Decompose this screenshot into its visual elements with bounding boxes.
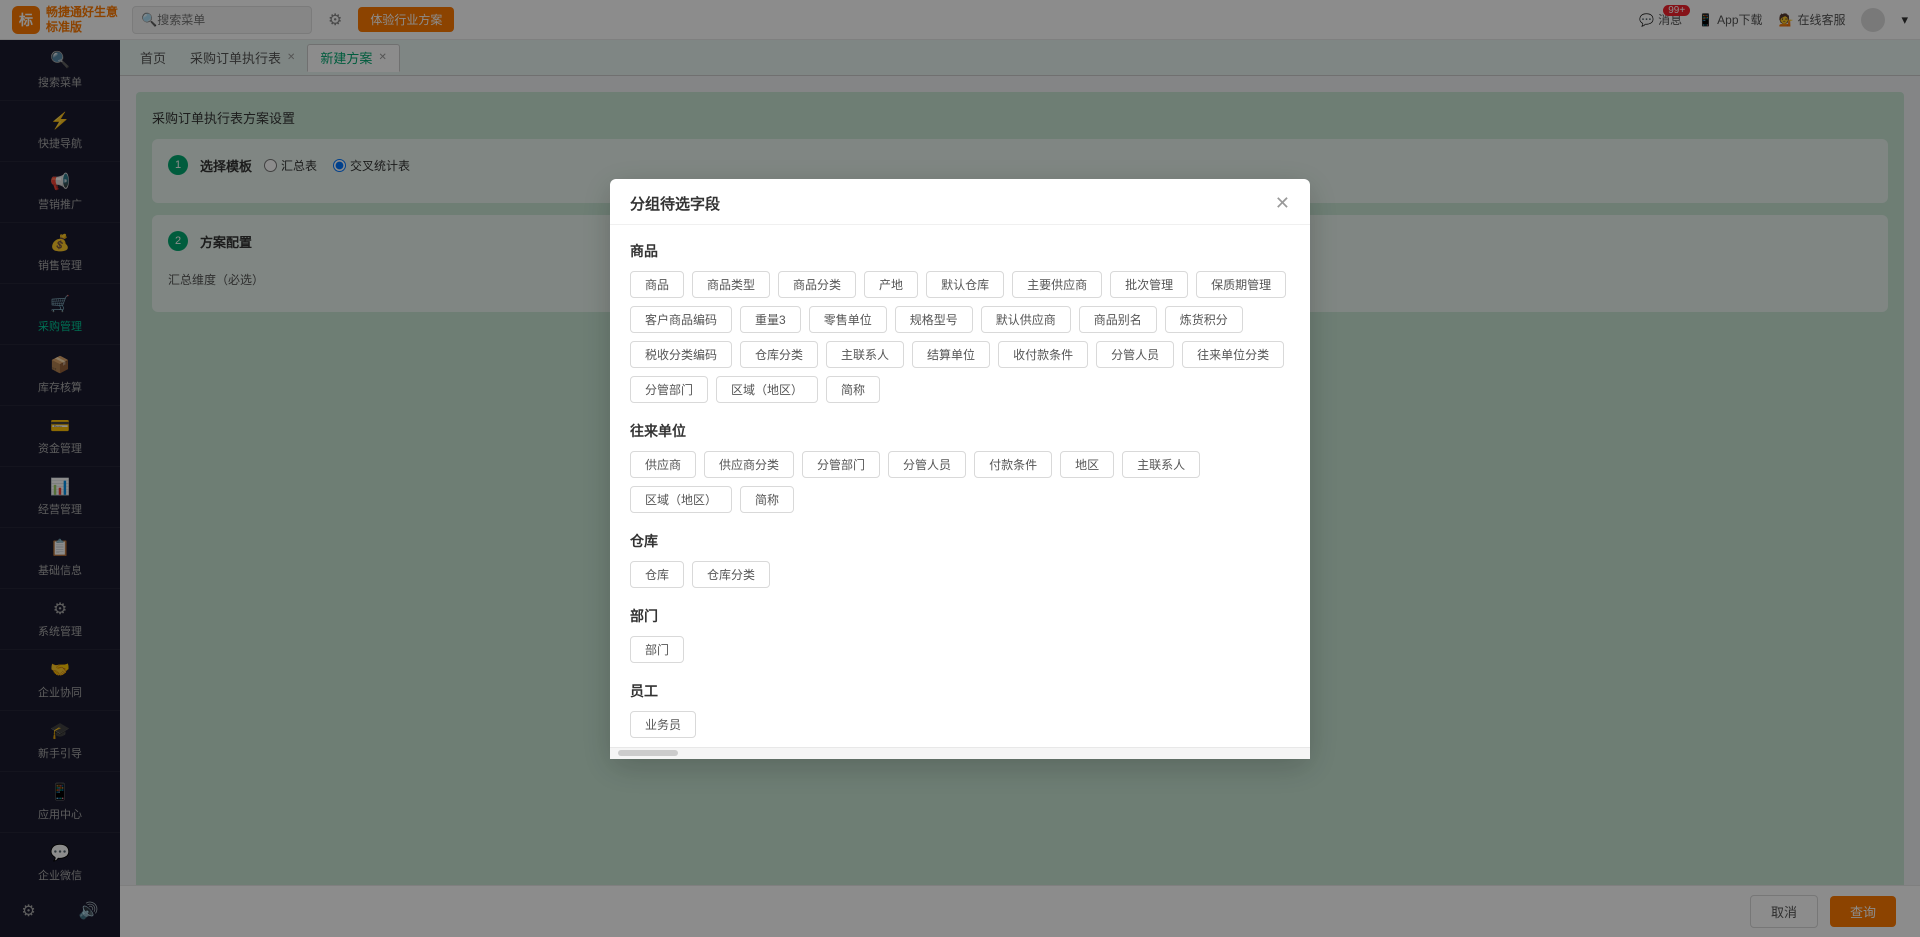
field-tag[interactable]: 税收分类编码 (630, 341, 732, 368)
field-tag[interactable]: 收付款条件 (998, 341, 1088, 368)
section-partner-tags: 供应商 供应商分类 分管部门 分管人员 付款条件 地区 主联系人 区域（地区） … (630, 451, 1290, 513)
field-tag[interactable]: 业务员 (630, 711, 696, 738)
field-tag[interactable]: 炼货积分 (1165, 306, 1243, 333)
field-tag[interactable]: 默认供应商 (981, 306, 1071, 333)
field-tag[interactable]: 分管人员 (1096, 341, 1174, 368)
field-tag[interactable]: 保质期管理 (1196, 271, 1286, 298)
field-tag[interactable]: 主联系人 (826, 341, 904, 368)
field-tag[interactable]: 区域（地区） (716, 376, 818, 403)
field-tag[interactable]: 付款条件 (974, 451, 1052, 478)
section-partner: 往来单位 供应商 供应商分类 分管部门 分管人员 付款条件 地区 主联系人 区域… (630, 421, 1290, 513)
field-tag[interactable]: 主联系人 (1122, 451, 1200, 478)
modal-header: 分组待选字段 ✕ (610, 179, 1310, 225)
field-tag[interactable]: 简称 (740, 486, 794, 513)
field-tag[interactable]: 供应商 (630, 451, 696, 478)
section-employee-tags: 业务员 (630, 711, 1290, 738)
modal-body: 商品 商品 商品类型 商品分类 产地 默认仓库 主要供应商 批次管理 保质期管理… (610, 225, 1310, 747)
field-tag[interactable]: 分管人员 (888, 451, 966, 478)
field-tag[interactable]: 仓库分类 (740, 341, 818, 368)
field-tag[interactable]: 商品类型 (692, 271, 770, 298)
field-tag[interactable]: 主要供应商 (1012, 271, 1102, 298)
field-tag[interactable]: 仓库 (630, 561, 684, 588)
field-tag[interactable]: 结算单位 (912, 341, 990, 368)
section-department: 部门 部门 (630, 606, 1290, 663)
section-goods-tags: 商品 商品类型 商品分类 产地 默认仓库 主要供应商 批次管理 保质期管理 客户… (630, 271, 1290, 403)
modal-overlay: 分组待选字段 ✕ 商品 商品 商品类型 商品分类 产地 默认仓库 主要供应商 批… (0, 0, 1920, 937)
hscroll-thumb[interactable] (618, 750, 678, 756)
field-tag[interactable]: 部门 (630, 636, 684, 663)
section-employee: 员工 业务员 (630, 681, 1290, 738)
field-tag[interactable]: 供应商分类 (704, 451, 794, 478)
section-warehouse-title: 仓库 (630, 531, 1290, 551)
section-partner-title: 往来单位 (630, 421, 1290, 441)
field-tag[interactable]: 仓库分类 (692, 561, 770, 588)
section-employee-title: 员工 (630, 681, 1290, 701)
field-tag[interactable]: 批次管理 (1110, 271, 1188, 298)
field-tag[interactable]: 商品 (630, 271, 684, 298)
section-warehouse: 仓库 仓库 仓库分类 (630, 531, 1290, 588)
field-tag[interactable]: 产地 (864, 271, 918, 298)
field-tag[interactable]: 商品别名 (1079, 306, 1157, 333)
field-tag[interactable]: 区域（地区） (630, 486, 732, 513)
field-tag[interactable]: 简称 (826, 376, 880, 403)
modal-close-btn[interactable]: ✕ (1275, 194, 1290, 212)
field-tag[interactable]: 客户商品编码 (630, 306, 732, 333)
field-tag[interactable]: 分管部门 (630, 376, 708, 403)
modal-title: 分组待选字段 (630, 193, 720, 214)
field-tag[interactable]: 默认仓库 (926, 271, 1004, 298)
section-goods-title: 商品 (630, 241, 1290, 261)
field-tag[interactable]: 往来单位分类 (1182, 341, 1284, 368)
field-select-modal: 分组待选字段 ✕ 商品 商品 商品类型 商品分类 产地 默认仓库 主要供应商 批… (610, 179, 1310, 759)
section-goods: 商品 商品 商品类型 商品分类 产地 默认仓库 主要供应商 批次管理 保质期管理… (630, 241, 1290, 403)
field-tag[interactable]: 地区 (1060, 451, 1114, 478)
section-department-title: 部门 (630, 606, 1290, 626)
field-tag[interactable]: 商品分类 (778, 271, 856, 298)
section-department-tags: 部门 (630, 636, 1290, 663)
field-tag[interactable]: 分管部门 (802, 451, 880, 478)
field-tag[interactable]: 规格型号 (895, 306, 973, 333)
field-tag[interactable]: 重量3 (740, 306, 801, 333)
field-tag[interactable]: 零售单位 (809, 306, 887, 333)
section-warehouse-tags: 仓库 仓库分类 (630, 561, 1290, 588)
modal-horizontal-scroll[interactable] (610, 747, 1310, 759)
